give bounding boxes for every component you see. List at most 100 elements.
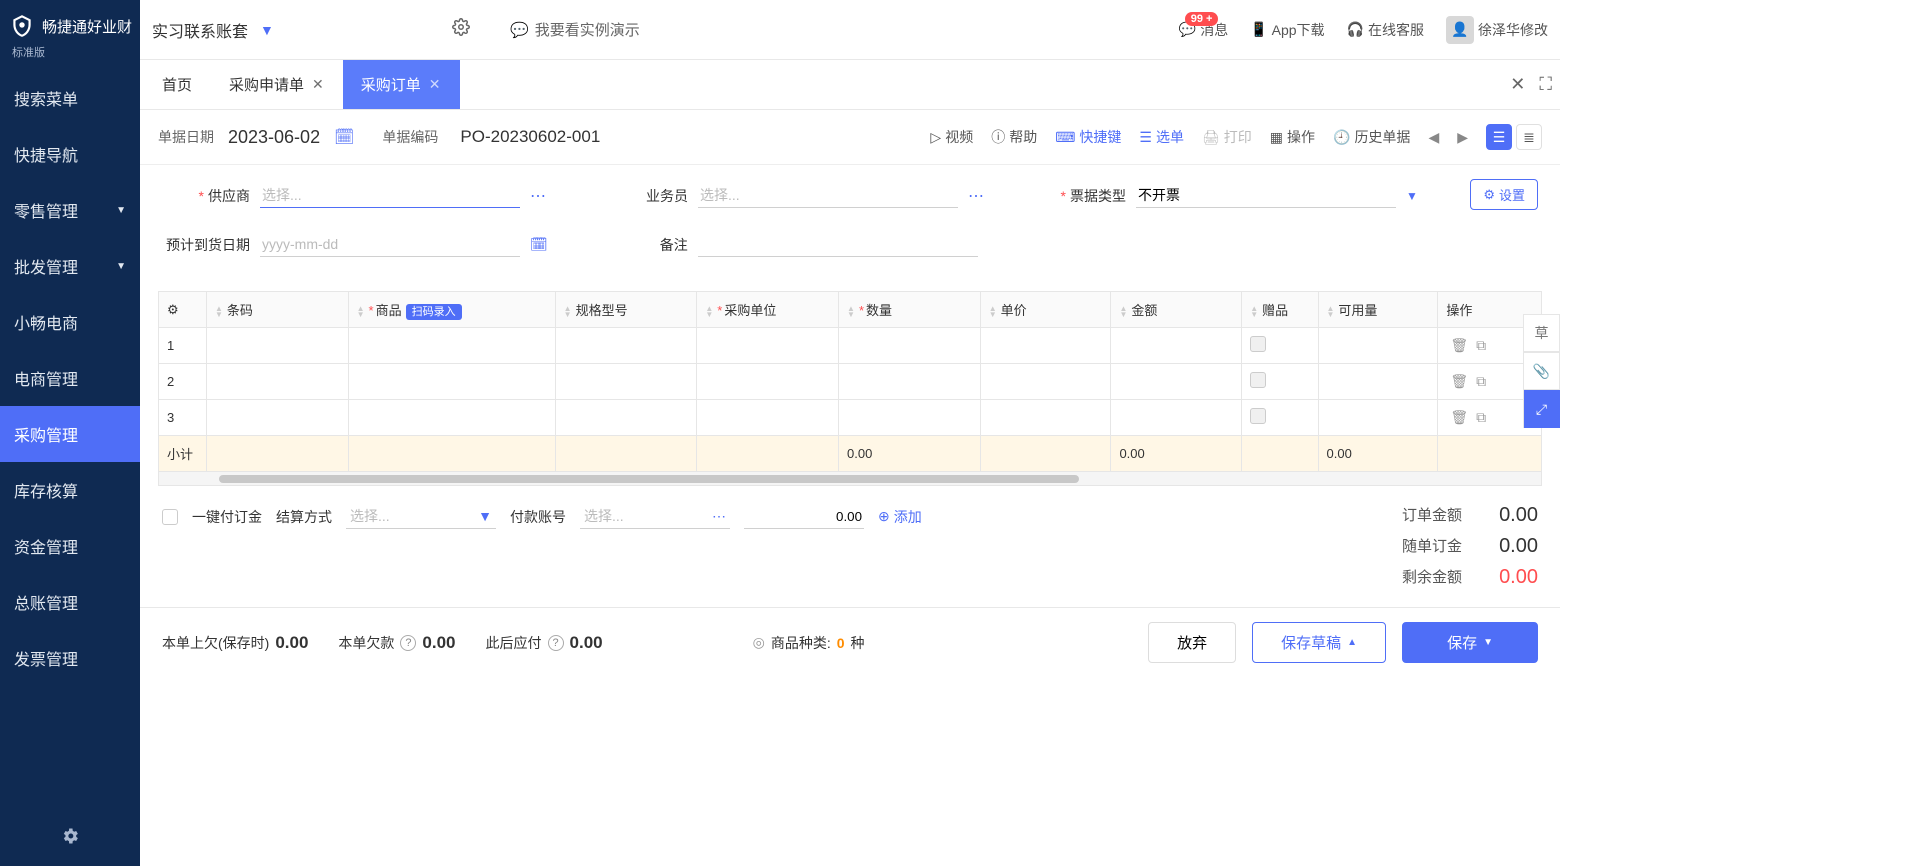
- delete-icon[interactable]: 🗑: [1450, 373, 1468, 389]
- video-button[interactable]: ▷视频: [930, 127, 973, 147]
- invoice-input[interactable]: [1136, 183, 1396, 208]
- next-doc-icon[interactable]: ▶: [1457, 129, 1468, 146]
- help-icon[interactable]: ?: [400, 635, 416, 651]
- demo-link[interactable]: 💬 我要看实例演示: [510, 19, 640, 40]
- sidebar-settings-icon[interactable]: [0, 812, 140, 866]
- salesman-input[interactable]: [698, 183, 958, 208]
- discard-button[interactable]: 放弃: [1148, 622, 1236, 663]
- th-unit[interactable]: ▲▼*采购单位: [697, 292, 839, 328]
- sidebar-item-9[interactable]: 总账管理: [0, 574, 140, 630]
- cell-product[interactable]: [348, 328, 555, 364]
- user-menu[interactable]: 👤 徐泽华修改: [1446, 16, 1548, 44]
- cell-spec[interactable]: [555, 400, 697, 436]
- sidebar-item-8[interactable]: 资金管理: [0, 518, 140, 574]
- cell-amount[interactable]: [1111, 400, 1242, 436]
- th-gear[interactable]: ⚙: [159, 292, 207, 328]
- cell-unit[interactable]: [697, 400, 839, 436]
- th-price[interactable]: ▲▼单价: [980, 292, 1111, 328]
- cell-gift[interactable]: [1242, 364, 1318, 400]
- sidebar-item-10[interactable]: 发票管理: [0, 630, 140, 686]
- tabs-close-icon[interactable]: ✕: [1510, 74, 1525, 95]
- settle-select[interactable]: 选择... ▼: [346, 504, 496, 529]
- tab-1[interactable]: 采购申请单✕: [211, 60, 343, 109]
- prev-doc-icon[interactable]: ◀: [1428, 129, 1439, 146]
- account-settings-icon[interactable]: [452, 18, 470, 41]
- th-spec[interactable]: ▲▼规格型号: [555, 292, 697, 328]
- history-button[interactable]: 🕘历史单据: [1333, 127, 1410, 147]
- messages-button[interactable]: 99 + 💬 消息: [1179, 20, 1228, 40]
- th-product[interactable]: ▲▼*商品扫码录入: [348, 292, 555, 328]
- cell-qty[interactable]: [839, 328, 981, 364]
- sidebar-item-5[interactable]: 电商管理: [0, 350, 140, 406]
- save-button[interactable]: 保存▼: [1402, 622, 1538, 663]
- select-button[interactable]: ☰选单: [1139, 127, 1184, 147]
- payment-amount-input[interactable]: [744, 505, 864, 529]
- view-list-icon[interactable]: ≣: [1516, 124, 1542, 150]
- onekey-checkbox[interactable]: [162, 509, 178, 525]
- remark-input[interactable]: [698, 232, 978, 257]
- pay-account-select[interactable]: 选择... ⋯: [580, 504, 730, 529]
- cell-amount[interactable]: [1111, 364, 1242, 400]
- form-settings-button[interactable]: ⚙设置: [1470, 179, 1538, 210]
- cell-gift[interactable]: [1242, 400, 1318, 436]
- gift-checkbox[interactable]: [1250, 408, 1266, 424]
- table-row[interactable]: 2🗑⧉: [159, 364, 1542, 400]
- th-qty[interactable]: ▲▼*数量: [839, 292, 981, 328]
- online-service-button[interactable]: 🎧 在线客服: [1347, 20, 1424, 40]
- supplier-more-icon[interactable]: ⋯: [530, 186, 548, 206]
- operate-button[interactable]: ▦操作: [1270, 127, 1315, 147]
- arrival-input[interactable]: [260, 232, 520, 257]
- supplier-input[interactable]: [260, 183, 520, 208]
- cell-qty[interactable]: [839, 400, 981, 436]
- save-draft-button[interactable]: 保存草稿▲: [1252, 622, 1386, 663]
- cell-spec[interactable]: [555, 364, 697, 400]
- sidebar-item-7[interactable]: 库存核算: [0, 462, 140, 518]
- th-gift[interactable]: ▲▼赠品: [1242, 292, 1318, 328]
- doc-date[interactable]: 2023-06-02: [228, 127, 320, 148]
- close-icon[interactable]: ✕: [312, 76, 324, 93]
- view-form-icon[interactable]: ☰: [1486, 124, 1512, 150]
- delete-icon[interactable]: 🗑: [1450, 337, 1468, 353]
- sidebar-item-3[interactable]: 批发管理▼: [0, 238, 140, 294]
- cell-unit[interactable]: [697, 328, 839, 364]
- calendar-icon[interactable]: 🗓: [530, 236, 548, 253]
- sidebar-item-1[interactable]: 快捷导航: [0, 126, 140, 182]
- tab-2[interactable]: 采购订单✕: [343, 60, 460, 109]
- gift-checkbox[interactable]: [1250, 336, 1266, 352]
- cell-unit[interactable]: [697, 364, 839, 400]
- cell-qty[interactable]: [839, 364, 981, 400]
- fullscreen-icon[interactable]: ⛶: [1539, 74, 1552, 95]
- copy-icon[interactable]: ⧉: [1476, 409, 1486, 425]
- sidebar-item-4[interactable]: 小畅电商: [0, 294, 140, 350]
- cell-price[interactable]: [980, 400, 1111, 436]
- scan-tag[interactable]: 扫码录入: [406, 304, 462, 320]
- account-set-selector[interactable]: 实习联系账套 ▼: [152, 18, 452, 42]
- cell-product[interactable]: [348, 364, 555, 400]
- rail-draft-button[interactable]: 草: [1524, 314, 1560, 352]
- table-hscroll[interactable]: [158, 472, 1542, 486]
- cell-gift[interactable]: [1242, 328, 1318, 364]
- cell-product[interactable]: [348, 400, 555, 436]
- tab-0[interactable]: 首页: [144, 60, 211, 109]
- cell-barcode[interactable]: [206, 328, 348, 364]
- help-button[interactable]: ⓘ帮助: [991, 127, 1037, 147]
- calendar-icon[interactable]: 🗓: [334, 127, 354, 147]
- table-row[interactable]: 3🗑⧉: [159, 400, 1542, 436]
- sidebar-item-2[interactable]: 零售管理▼: [0, 182, 140, 238]
- salesman-more-icon[interactable]: ⋯: [968, 186, 986, 206]
- chevron-down-icon[interactable]: ▼: [1406, 189, 1418, 203]
- cell-price[interactable]: [980, 328, 1111, 364]
- add-payment-button[interactable]: ⊕添加: [878, 507, 922, 527]
- shortcuts-button[interactable]: ⌨快捷键: [1055, 127, 1121, 147]
- rail-attachment-icon[interactable]: 📎: [1524, 352, 1560, 390]
- sidebar-item-0[interactable]: 搜索菜单: [0, 70, 140, 126]
- sidebar-item-6[interactable]: 采购管理: [0, 406, 140, 462]
- gift-checkbox[interactable]: [1250, 372, 1266, 388]
- th-amount[interactable]: ▲▼金额: [1111, 292, 1242, 328]
- close-icon[interactable]: ✕: [429, 76, 441, 93]
- cell-barcode[interactable]: [206, 364, 348, 400]
- delete-icon[interactable]: 🗑: [1450, 409, 1468, 425]
- table-row[interactable]: 1🗑⧉: [159, 328, 1542, 364]
- help-icon[interactable]: ?: [548, 635, 564, 651]
- app-download-button[interactable]: 📱 App下载: [1250, 20, 1324, 40]
